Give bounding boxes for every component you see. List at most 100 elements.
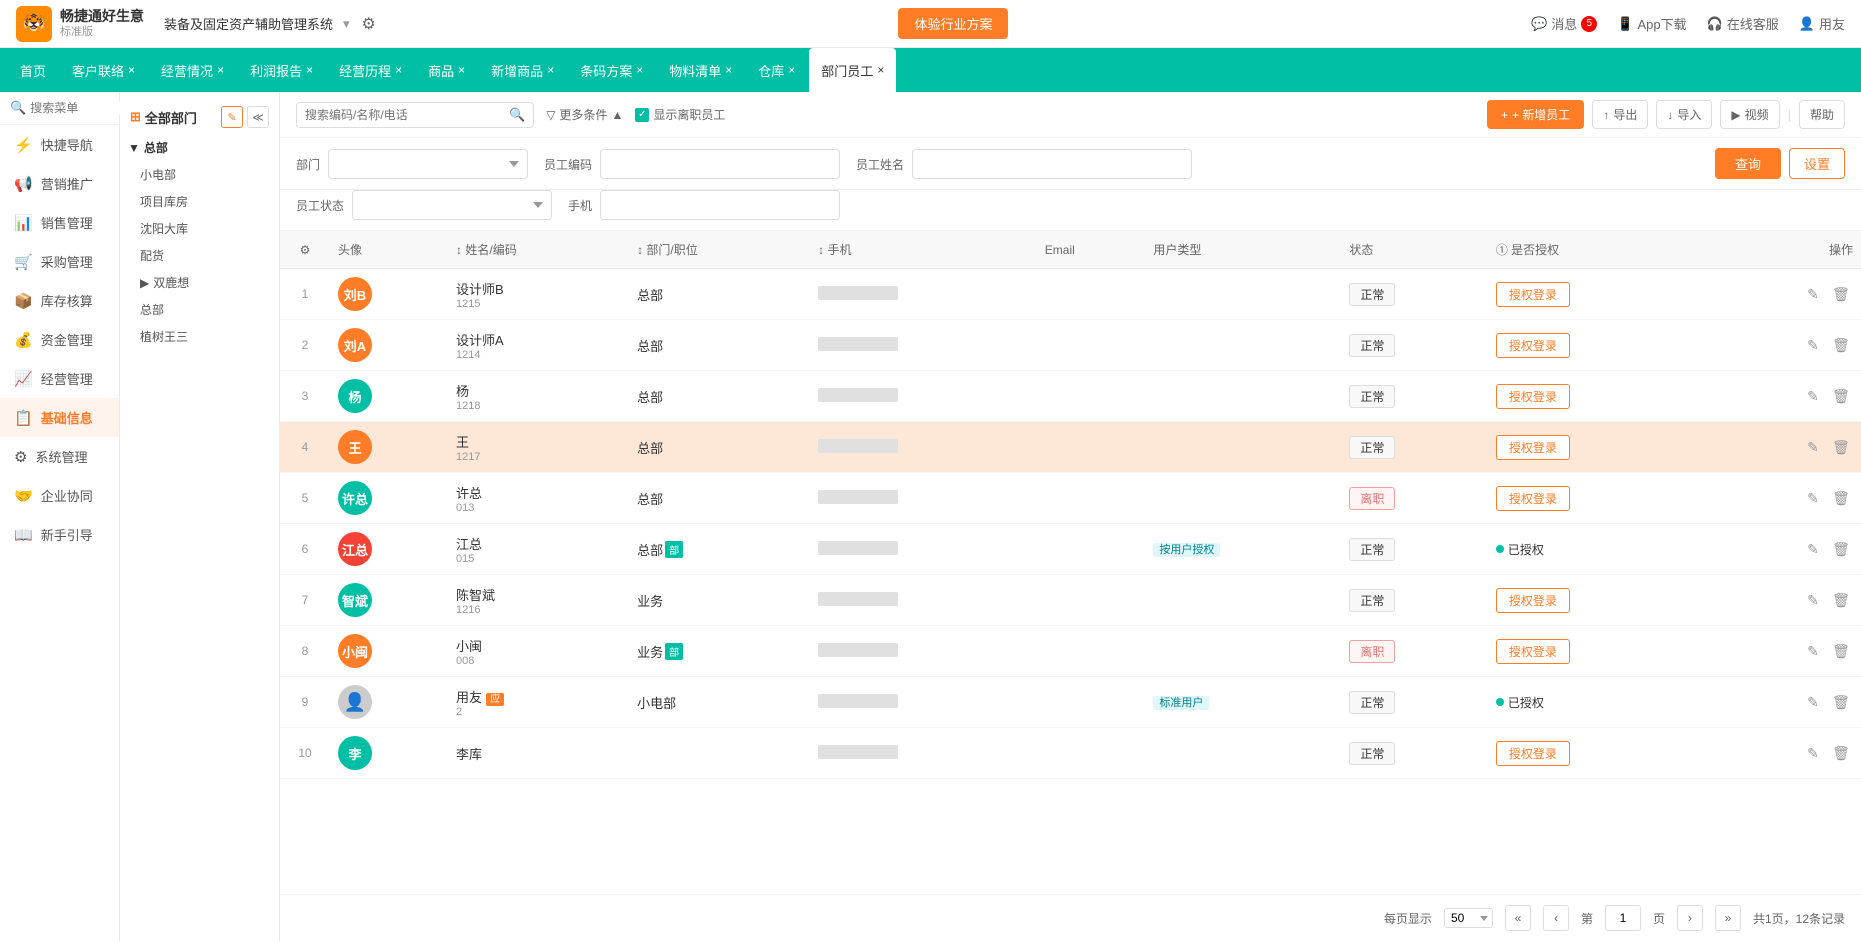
prev-page-btn[interactable]: ‹ (1543, 905, 1569, 931)
nav-item-bom[interactable]: 物料清单× (657, 48, 744, 92)
message-item[interactable]: 💬 消息 5 (1531, 14, 1597, 33)
delete-btn[interactable]: 🗑 (1829, 282, 1853, 306)
nav-item-add-goods[interactable]: 新增商品× (479, 48, 566, 92)
nav-item-operation[interactable]: 经营情况× (149, 48, 236, 92)
export-button[interactable]: ↑ 导出 (1592, 100, 1648, 129)
import-button[interactable]: ↓ 导入 (1656, 100, 1712, 129)
email-cell (1037, 320, 1146, 371)
delete-btn[interactable]: 🗑 (1829, 333, 1853, 357)
edit-btn[interactable]: ✎ (1801, 282, 1825, 306)
auth-login-btn[interactable]: 授权登录 (1496, 639, 1570, 664)
dept-tree-shenyang[interactable]: 沈阳大库 (120, 215, 279, 242)
edit-btn[interactable]: ✎ (1801, 435, 1825, 459)
dept-tree-xiangmu[interactable]: 项目库房 (120, 188, 279, 215)
delete-btn[interactable]: 🗑 (1829, 690, 1853, 714)
delete-btn[interactable]: 🗑 (1829, 384, 1853, 408)
auth-login-btn[interactable]: 授权登录 (1496, 384, 1570, 409)
auth-login-btn[interactable]: 授权登录 (1496, 588, 1570, 613)
dept-tag: 业务部 (637, 642, 683, 661)
sidebar-item-purchase[interactable]: 🛒 采购管理 (0, 242, 119, 281)
nav-item-barcode[interactable]: 条码方案× (568, 48, 655, 92)
nav-item-dept-staff[interactable]: 部门员工× (809, 48, 896, 92)
edit-btn[interactable]: ✎ (1801, 384, 1825, 408)
edit-btn[interactable]: ✎ (1801, 486, 1825, 510)
auth-login-btn[interactable]: 授权登录 (1496, 741, 1570, 766)
sidebar-item-shortcut[interactable]: ⚡ 快捷导航 (0, 125, 119, 164)
sidebar-item-collab[interactable]: 🤝 企业协同 (0, 476, 119, 515)
delete-btn[interactable]: 🗑 (1829, 537, 1853, 561)
help-button[interactable]: 帮助 (1799, 100, 1845, 129)
dropdown-icon[interactable]: ▾ (343, 16, 350, 32)
dept-expand-icon: ▼ (128, 141, 140, 155)
nav-item-history[interactable]: 经营历程× (327, 48, 414, 92)
sidebar-item-sales[interactable]: 📊 销售管理 (0, 203, 119, 242)
dept-edit-btn[interactable]: ✎ (221, 106, 243, 128)
edit-btn[interactable]: ✎ (1801, 588, 1825, 612)
nav-item-home[interactable]: 首页 (8, 48, 58, 92)
nav-item-warehouse[interactable]: 仓库× (746, 48, 807, 92)
auth-login-btn[interactable]: 授权登录 (1496, 435, 1570, 460)
search-input[interactable] (305, 108, 505, 122)
edit-btn[interactable]: ✎ (1801, 741, 1825, 765)
nav-item-goods[interactable]: 商品× (416, 48, 477, 92)
edit-btn[interactable]: ✎ (1801, 690, 1825, 714)
search-submit-icon[interactable]: 🔍 (509, 107, 525, 123)
user-item[interactable]: 👤 用友 (1799, 14, 1845, 33)
sidebar-item-finance[interactable]: 💰 资金管理 (0, 320, 119, 359)
edit-btn[interactable]: ✎ (1801, 537, 1825, 561)
filter-emp-name-input[interactable] (912, 149, 1192, 179)
service-item[interactable]: 🎧 在线客服 (1707, 14, 1779, 33)
filter-emp-status-select[interactable] (352, 190, 552, 220)
auth-login-btn[interactable]: 授权登录 (1496, 333, 1570, 358)
sidebar-item-bizmanage[interactable]: 📈 经营管理 (0, 359, 119, 398)
page-size-select[interactable]: 50 100 200 (1444, 908, 1493, 928)
edit-btn[interactable]: ✎ (1801, 333, 1825, 357)
sidebar-item-inventory[interactable]: 📦 库存核算 (0, 281, 119, 320)
delete-btn[interactable]: 🗑 (1829, 435, 1853, 459)
more-filter-btn[interactable]: ▽ 更多条件 ▲ (546, 106, 623, 123)
sidebar-item-basic[interactable]: 📋 基础信息 (0, 398, 119, 437)
delete-btn[interactable]: 🗑 (1829, 639, 1853, 663)
add-employee-button[interactable]: + + 新增员工 (1487, 100, 1584, 129)
next-page-btn[interactable]: › (1677, 905, 1703, 931)
show-resigned-toggle[interactable]: ✓ 显示离职员工 (635, 106, 725, 123)
filter-settings-button[interactable]: 设置 (1789, 148, 1845, 179)
page-number-input[interactable] (1605, 905, 1641, 931)
first-page-btn[interactable]: « (1505, 905, 1531, 931)
col-dept-position[interactable]: ↕ 部门/职位 (629, 231, 810, 269)
name-code: 许总 013 (456, 483, 621, 514)
query-button[interactable]: 查询 (1715, 148, 1781, 179)
dept-tree-zongbu2[interactable]: 总部 (120, 296, 279, 323)
nav-item-customer[interactable]: 客户联络× (60, 48, 147, 92)
edit-btn[interactable]: ✎ (1801, 639, 1825, 663)
view-button[interactable]: ▶ 视频 (1720, 100, 1779, 129)
sidebar-item-guide[interactable]: 📖 新手引导 (0, 515, 119, 554)
col-name-code[interactable]: ↕ 姓名/编码 (448, 231, 629, 269)
nav-item-profit[interactable]: 利润报告× (238, 48, 325, 92)
filter-dept-select[interactable] (328, 149, 528, 179)
filter-phone-input[interactable] (600, 190, 840, 220)
delete-btn[interactable]: 🗑 (1829, 741, 1853, 765)
delete-btn[interactable]: 🗑 (1829, 588, 1853, 612)
app-download-item[interactable]: 📱 App下载 (1617, 14, 1686, 33)
filter-emp-code-input[interactable] (600, 149, 840, 179)
sidebar-item-system[interactable]: ⚙ 系统管理 (0, 437, 119, 476)
trial-button[interactable]: 体验行业方案 (898, 8, 1008, 39)
dept-tree-zhishu[interactable]: 植树王三 (120, 323, 279, 350)
settings-icon[interactable]: ⚙ (362, 14, 376, 34)
dept-tree-zongbu[interactable]: ▼ 总部 (120, 134, 279, 161)
delete-btn[interactable]: 🗑 (1829, 486, 1853, 510)
dept-collapse-btn[interactable]: ≪ (247, 106, 269, 128)
col-phone[interactable]: ↕ 手机 (810, 231, 1037, 269)
op-cell: ✎ 🗑 (1700, 473, 1861, 524)
last-page-btn[interactable]: » (1715, 905, 1741, 931)
sidebar-item-marketing[interactable]: 📢 营销推广 (0, 164, 119, 203)
auth-login-btn[interactable]: 授权登录 (1496, 486, 1570, 511)
dept-tree-shuanglu[interactable]: ▶ 双鹿想 (120, 269, 279, 296)
user-type-tag: 按用户授权 (1153, 543, 1220, 557)
dept-position-cell: 小电部 (629, 677, 810, 728)
col-settings[interactable]: ⚙ (280, 231, 330, 269)
dept-tree-peihuo[interactable]: 配货 (120, 242, 279, 269)
auth-login-btn[interactable]: 授权登录 (1496, 282, 1570, 307)
dept-tree-xiaodian[interactable]: 小电部 (120, 161, 279, 188)
